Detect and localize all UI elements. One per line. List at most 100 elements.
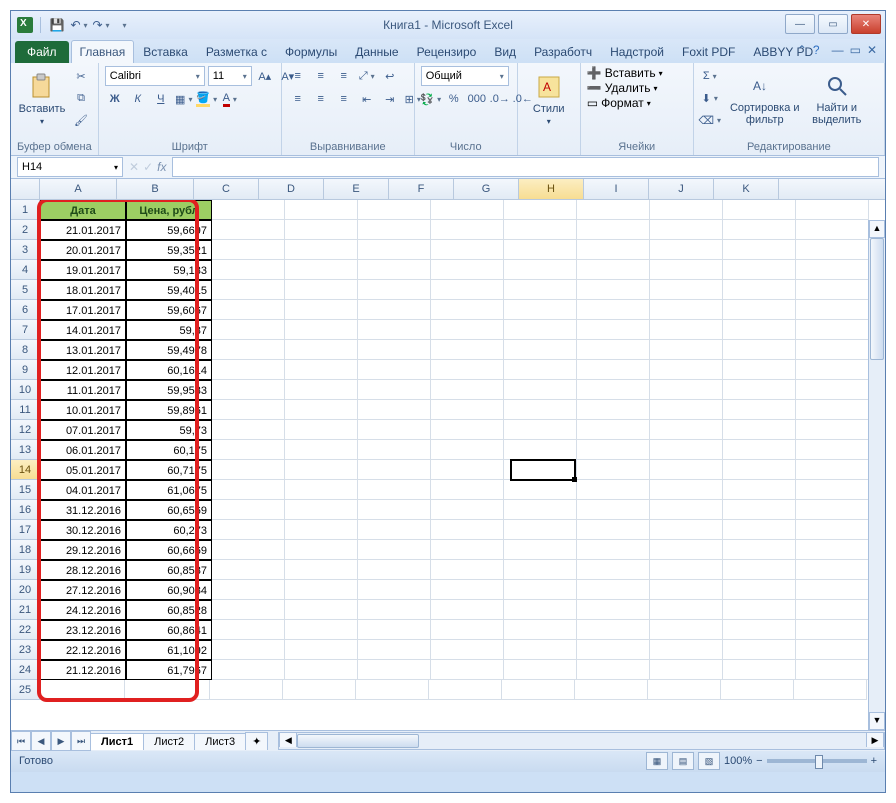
- sheet-nav-last[interactable]: ⏭: [71, 731, 91, 751]
- cell[interactable]: [212, 240, 285, 260]
- cell[interactable]: [212, 600, 285, 620]
- cell[interactable]: [431, 640, 504, 660]
- tab-addins[interactable]: Надстрой: [601, 40, 673, 63]
- minimize-button[interactable]: —: [785, 14, 815, 34]
- row-header[interactable]: 20: [11, 580, 40, 600]
- cell[interactable]: [212, 420, 285, 440]
- cell[interactable]: [577, 560, 650, 580]
- fx-icon[interactable]: fx: [157, 160, 166, 174]
- cell[interactable]: [723, 420, 796, 440]
- cell[interactable]: [723, 580, 796, 600]
- cell[interactable]: [212, 660, 285, 680]
- cell[interactable]: [285, 280, 358, 300]
- cell[interactable]: [796, 240, 869, 260]
- cell[interactable]: [796, 640, 869, 660]
- cell[interactable]: [577, 200, 650, 220]
- cell[interactable]: [796, 460, 869, 480]
- ribbon-minimize-icon[interactable]: ⌃: [797, 43, 807, 57]
- new-sheet-button[interactable]: ✦: [245, 732, 268, 750]
- cell[interactable]: [796, 340, 869, 360]
- tab-insert[interactable]: Вставка: [134, 40, 197, 63]
- cell[interactable]: [504, 360, 577, 380]
- cell[interactable]: [212, 300, 285, 320]
- cell[interactable]: 04.01.2017: [40, 480, 126, 500]
- row-header[interactable]: 4: [11, 260, 40, 280]
- cell[interactable]: [796, 660, 869, 680]
- cell[interactable]: [796, 300, 869, 320]
- cell[interactable]: [504, 640, 577, 660]
- cell[interactable]: 23.12.2016: [40, 620, 126, 640]
- cell[interactable]: [285, 600, 358, 620]
- cell[interactable]: [212, 560, 285, 580]
- cell[interactable]: [650, 520, 723, 540]
- cell[interactable]: [358, 580, 431, 600]
- cell[interactable]: 11.01.2017: [40, 380, 126, 400]
- cell[interactable]: [285, 220, 358, 240]
- cell[interactable]: [212, 520, 285, 540]
- cell[interactable]: [356, 680, 429, 700]
- col-header-J[interactable]: J: [649, 179, 714, 199]
- cell[interactable]: [285, 300, 358, 320]
- cell[interactable]: [212, 440, 285, 460]
- enter-formula-icon[interactable]: ✓: [143, 160, 153, 174]
- scroll-up-button[interactable]: ▲: [869, 220, 885, 238]
- cells-delete-button[interactable]: ➖Удалить▾: [587, 81, 658, 95]
- cell[interactable]: 19.01.2017: [40, 260, 126, 280]
- row-header[interactable]: 9: [11, 360, 40, 380]
- col-header-D[interactable]: D: [259, 179, 324, 199]
- cell[interactable]: [796, 600, 869, 620]
- cell[interactable]: [212, 500, 285, 520]
- cell[interactable]: [285, 460, 358, 480]
- cell[interactable]: [650, 420, 723, 440]
- row-header[interactable]: 5: [11, 280, 40, 300]
- cell[interactable]: 61,0675: [126, 480, 212, 500]
- cell[interactable]: [723, 260, 796, 280]
- cell[interactable]: 61,7967: [126, 660, 212, 680]
- cell[interactable]: [285, 360, 358, 380]
- cell[interactable]: [504, 480, 577, 500]
- number-format-combo[interactable]: Общий: [421, 66, 509, 86]
- cell[interactable]: [723, 520, 796, 540]
- cell[interactable]: [212, 380, 285, 400]
- zoom-out-button[interactable]: −: [756, 755, 762, 767]
- cell[interactable]: [504, 280, 577, 300]
- cell[interactable]: [285, 420, 358, 440]
- cell[interactable]: [431, 420, 504, 440]
- cell[interactable]: [285, 260, 358, 280]
- increase-indent-button[interactable]: ⇥: [380, 89, 400, 109]
- cells-grid[interactable]: 1ДатаЦена, рубл221.01.201759,6697320.01.…: [11, 200, 885, 700]
- cell[interactable]: [723, 240, 796, 260]
- row-header[interactable]: 13: [11, 440, 40, 460]
- cell[interactable]: [577, 340, 650, 360]
- cell[interactable]: [504, 340, 577, 360]
- cell[interactable]: [210, 680, 283, 700]
- help-icon[interactable]: ?: [813, 43, 820, 57]
- col-header-B[interactable]: B: [117, 179, 194, 199]
- cell[interactable]: [723, 200, 796, 220]
- cell[interactable]: [285, 340, 358, 360]
- cell[interactable]: 60,6669: [126, 540, 212, 560]
- cell[interactable]: [431, 480, 504, 500]
- cell[interactable]: [212, 320, 285, 340]
- cell[interactable]: [577, 520, 650, 540]
- cell[interactable]: [796, 500, 869, 520]
- cell[interactable]: [577, 360, 650, 380]
- cell[interactable]: 59,9533: [126, 380, 212, 400]
- cell[interactable]: 21.12.2016: [40, 660, 126, 680]
- cell[interactable]: [650, 280, 723, 300]
- col-header-G[interactable]: G: [454, 179, 519, 199]
- horizontal-scrollbar[interactable]: ◀ ▶: [278, 732, 885, 750]
- cell[interactable]: [796, 400, 869, 420]
- cell[interactable]: [358, 480, 431, 500]
- cell[interactable]: [431, 240, 504, 260]
- cell[interactable]: [285, 380, 358, 400]
- tab-view[interactable]: Вид: [485, 40, 525, 63]
- cell[interactable]: [796, 440, 869, 460]
- cell[interactable]: [650, 360, 723, 380]
- cell[interactable]: [577, 500, 650, 520]
- cell[interactable]: [431, 200, 504, 220]
- cells-format-button[interactable]: ▭Формат▾: [587, 96, 651, 110]
- cell[interactable]: [650, 300, 723, 320]
- row-header[interactable]: 15: [11, 480, 40, 500]
- row-header[interactable]: 8: [11, 340, 40, 360]
